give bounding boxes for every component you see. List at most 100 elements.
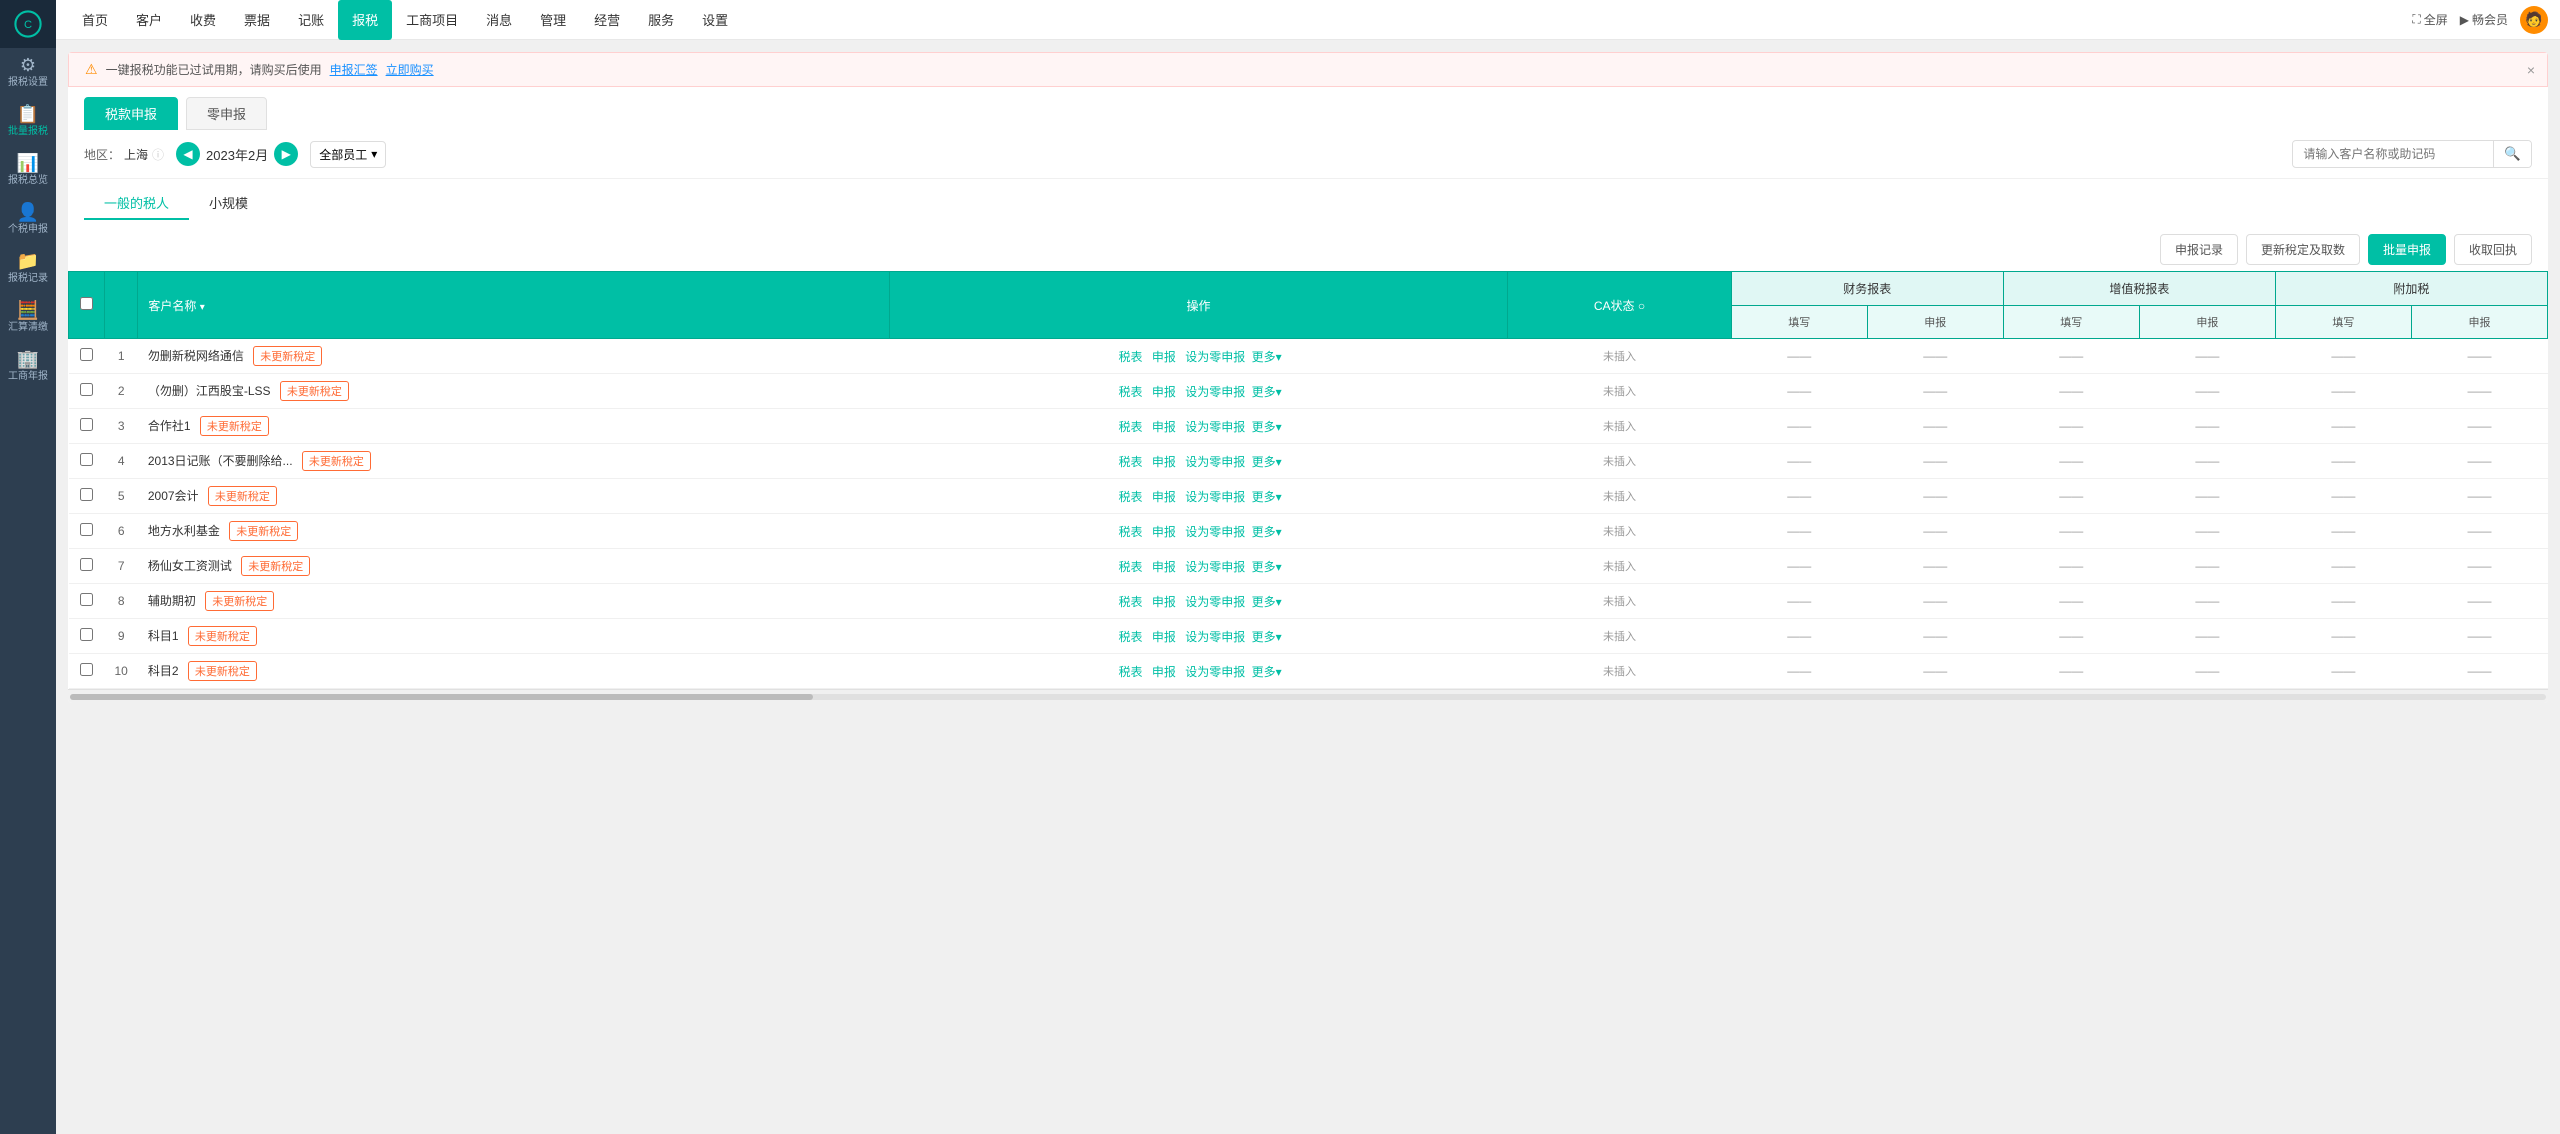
op-more[interactable]: 更多▾ — [1252, 560, 1282, 574]
op-report[interactable]: 申报 — [1152, 630, 1176, 644]
op-more[interactable]: 更多▾ — [1252, 630, 1282, 644]
row-num: 9 — [105, 619, 138, 654]
select-all-checkbox[interactable] — [80, 297, 93, 310]
op-tax-table[interactable]: 税表 — [1119, 560, 1143, 574]
op-tax-table[interactable]: 税表 — [1119, 420, 1143, 434]
op-report[interactable]: 申报 — [1152, 455, 1176, 469]
op-tax-table[interactable]: 税表 — [1119, 350, 1143, 364]
tab-tax-report[interactable]: 税款申报 — [84, 97, 178, 130]
op-zero-report[interactable]: 设为零申报 — [1185, 350, 1245, 364]
nav-home[interactable]: 首页 — [68, 0, 122, 40]
tab-zero-report[interactable]: 零申报 — [186, 97, 267, 130]
horizontal-scrollbar[interactable] — [68, 689, 2548, 703]
op-report[interactable]: 申报 — [1152, 560, 1176, 574]
op-report[interactable]: 申报 — [1152, 595, 1176, 609]
update-verify-button[interactable]: 更新稅定及取数 — [2246, 234, 2360, 265]
sidebar-item-tax-records[interactable]: 📁 报税记录 — [0, 244, 56, 293]
declaration-records-button[interactable]: 申报记录 — [2160, 234, 2238, 265]
banner-close-button[interactable]: × — [2527, 62, 2535, 78]
nav-service[interactable]: 服务 — [634, 0, 688, 40]
sidebar-item-annual-report[interactable]: 🏢 工商年报 — [0, 342, 56, 391]
row-tax-fill: —— — [2003, 549, 2139, 584]
row-checkbox-3[interactable] — [80, 453, 93, 466]
sidebar-item-tax-overview[interactable]: 📊 报税总览 — [0, 146, 56, 195]
op-tax-table[interactable]: 税表 — [1119, 595, 1143, 609]
op-report[interactable]: 申报 — [1152, 385, 1176, 399]
search-button[interactable]: 🔍 — [2493, 141, 2531, 167]
row-checkbox-2[interactable] — [80, 418, 93, 431]
nav-settings[interactable]: 设置 — [688, 0, 742, 40]
row-checkbox-8[interactable] — [80, 628, 93, 641]
op-zero-report[interactable]: 设为零申报 — [1185, 595, 1245, 609]
row-vat-report: —— — [2411, 654, 2547, 689]
op-zero-report[interactable]: 设为零申报 — [1185, 665, 1245, 679]
search-input[interactable] — [2293, 142, 2493, 166]
op-zero-report[interactable]: 设为零申报 — [1185, 525, 1245, 539]
op-more[interactable]: 更多▾ — [1252, 490, 1282, 504]
op-zero-report[interactable]: 设为零申报 — [1185, 490, 1245, 504]
row-ca-status: 未插入 — [1508, 619, 1731, 654]
upgrade-button[interactable]: ▶ 畅会员 — [2460, 11, 2508, 28]
row-checkbox-1[interactable] — [80, 383, 93, 396]
withdraw-button[interactable]: 收取回执 — [2454, 234, 2532, 265]
op-zero-report[interactable]: 设为零申报 — [1185, 385, 1245, 399]
nav-bookkeeping[interactable]: 记账 — [284, 0, 338, 40]
banner-link-sign[interactable]: 申报汇签 — [330, 61, 378, 78]
op-more[interactable]: 更多▾ — [1252, 420, 1282, 434]
op-report[interactable]: 申报 — [1152, 525, 1176, 539]
sidebar-item-personal-tax[interactable]: 👤 个税申报 — [0, 195, 56, 244]
staff-label: 全部员工 — [319, 146, 367, 163]
subtab-small[interactable]: 小规模 — [189, 187, 268, 220]
op-report[interactable]: 申报 — [1152, 420, 1176, 434]
batch-report-button[interactable]: 批量申报 — [2368, 234, 2446, 265]
staff-selector[interactable]: 全部员工 ▾ — [310, 141, 386, 168]
row-checkbox-5[interactable] — [80, 523, 93, 536]
nav-billing[interactable]: 收费 — [176, 0, 230, 40]
date-next-button[interactable]: ▶ — [274, 142, 298, 166]
nav-business[interactable]: 工商项目 — [392, 0, 472, 40]
fullscreen-button[interactable]: ⛶ 全屏 — [2412, 11, 2447, 28]
op-more[interactable]: 更多▾ — [1252, 385, 1282, 399]
banner-link-buy[interactable]: 立即购买 — [386, 61, 434, 78]
op-tax-table[interactable]: 税表 — [1119, 525, 1143, 539]
row-checkbox-6[interactable] — [80, 558, 93, 571]
nav-tax[interactable]: 报税 — [338, 0, 392, 40]
row-checkbox-9[interactable] — [80, 663, 93, 676]
op-more[interactable]: 更多▾ — [1252, 595, 1282, 609]
app-logo[interactable]: C — [0, 0, 56, 48]
op-more[interactable]: 更多▾ — [1252, 525, 1282, 539]
op-tax-table[interactable]: 税表 — [1119, 490, 1143, 504]
op-zero-report[interactable]: 设为零申报 — [1185, 420, 1245, 434]
sidebar-item-tax-settings[interactable]: ⚙ 报税设置 — [0, 48, 56, 97]
region-value[interactable]: 上海 — [124, 146, 148, 163]
row-vat-fill: —— — [2275, 409, 2411, 444]
nav-clients[interactable]: 客户 — [122, 0, 176, 40]
row-operations: 税表 申报 设为零申报 更多▾ — [889, 409, 1507, 444]
sidebar-item-annual-settlement[interactable]: 🧮 汇算清缴 — [0, 293, 56, 342]
op-more[interactable]: 更多▾ — [1252, 665, 1282, 679]
op-more[interactable]: 更多▾ — [1252, 350, 1282, 364]
op-report[interactable]: 申报 — [1152, 665, 1176, 679]
op-tax-table[interactable]: 税表 — [1119, 665, 1143, 679]
op-more[interactable]: 更多▾ — [1252, 455, 1282, 469]
op-report[interactable]: 申报 — [1152, 490, 1176, 504]
op-tax-table[interactable]: 税表 — [1119, 385, 1143, 399]
sidebar-item-batch-tax[interactable]: 📋 批量报税 — [0, 97, 56, 146]
row-operations: 税表 申报 设为零申报 更多▾ — [889, 584, 1507, 619]
date-prev-button[interactable]: ◀ — [176, 142, 200, 166]
op-report[interactable]: 申报 — [1152, 350, 1176, 364]
op-zero-report[interactable]: 设为零申报 — [1185, 455, 1245, 469]
op-zero-report[interactable]: 设为零申报 — [1185, 630, 1245, 644]
nav-operations[interactable]: 经营 — [580, 0, 634, 40]
subtab-general[interactable]: 一般的税人 — [84, 187, 189, 220]
row-checkbox-7[interactable] — [80, 593, 93, 606]
op-tax-table[interactable]: 税表 — [1119, 630, 1143, 644]
nav-invoices[interactable]: 票据 — [230, 0, 284, 40]
nav-messages[interactable]: 消息 — [472, 0, 526, 40]
nav-management[interactable]: 管理 — [526, 0, 580, 40]
row-checkbox-0[interactable] — [80, 348, 93, 361]
op-zero-report[interactable]: 设为零申报 — [1185, 560, 1245, 574]
user-avatar[interactable]: 🧑 — [2520, 6, 2548, 34]
row-checkbox-4[interactable] — [80, 488, 93, 501]
op-tax-table[interactable]: 税表 — [1119, 455, 1143, 469]
